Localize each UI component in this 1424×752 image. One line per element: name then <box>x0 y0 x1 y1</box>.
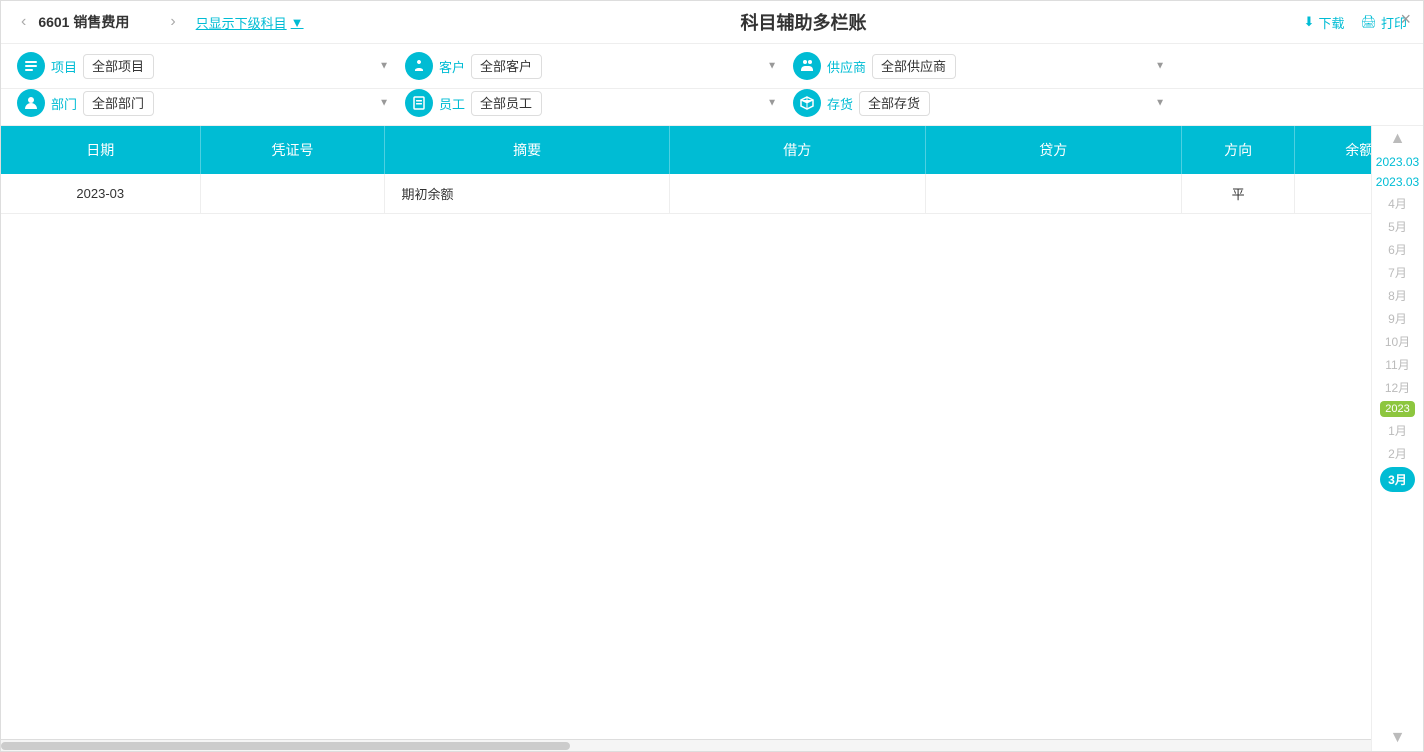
table-header-row: 日期 凭证号 摘要 借方 贷方 方向 余额 <box>1 126 1423 174</box>
timeline-item-8[interactable]: 10月 <box>1376 330 1419 353</box>
close-button[interactable]: × <box>1400 9 1411 30</box>
ledger-table: 日期 凭证号 摘要 借方 贷方 方向 余额 2023-03 期初余额 平 <box>1 126 1423 214</box>
project-select[interactable]: 全部项目 <box>83 54 154 79</box>
col-credit: 贷方 <box>925 126 1181 174</box>
employee-select[interactable]: 全部员工 <box>471 91 542 116</box>
department-filter-group: 部门 全部部门 <box>17 89 397 117</box>
main-window: ‹ 6601 销售费用 › 只显示下级科目 ▼ 科目辅助多栏账 ⬇ 下载 🖨 打… <box>0 0 1424 752</box>
project-label: 项目 <box>51 57 77 76</box>
timeline-item-3[interactable]: 5月 <box>1376 215 1419 238</box>
department-label: 部门 <box>51 94 77 113</box>
department-icon <box>17 89 45 117</box>
customer-filter-group: 客户 全部客户 <box>405 52 785 80</box>
timeline-item-10[interactable]: 12月 <box>1376 376 1419 399</box>
scrollbar-thumb[interactable] <box>1 742 570 750</box>
timeline-item-4[interactable]: 6月 <box>1376 238 1419 261</box>
timeline-item-1[interactable]: 2023.03 <box>1376 172 1419 192</box>
supplier-select[interactable]: 全部供应商 <box>872 54 956 79</box>
col-direction: 方向 <box>1181 126 1295 174</box>
table-wrapper: 日期 凭证号 摘要 借方 贷方 方向 余额 2023-03 期初余额 平 <box>1 126 1423 739</box>
inventory-icon <box>793 89 821 117</box>
cell-credit <box>925 174 1181 214</box>
filter-area: 项目 全部项目 客户 全部客户 <box>1 44 1423 89</box>
print-icon: 🖨 <box>1360 14 1377 30</box>
employee-label: 员工 <box>439 94 465 113</box>
project-filter-group: 项目 全部项目 <box>17 52 397 80</box>
inventory-label: 存货 <box>827 94 853 113</box>
inventory-select[interactable]: 全部存货 <box>859 91 930 116</box>
timeline-item-14[interactable]: 3月 <box>1380 467 1415 492</box>
supplier-filter-group: 供应商 全部供应商 <box>793 52 1173 80</box>
col-summary: 摘要 <box>385 126 669 174</box>
timeline-item-2[interactable]: 4月 <box>1376 192 1419 215</box>
col-voucher: 凭证号 <box>200 126 385 174</box>
timeline-item-0[interactable]: 2023.03 <box>1376 152 1419 172</box>
timeline-up-button[interactable]: ▲ <box>1372 126 1423 152</box>
customer-label: 客户 <box>439 57 465 76</box>
timeline-item-6[interactable]: 8月 <box>1376 284 1419 307</box>
download-button[interactable]: ⬇ 下载 <box>1304 13 1345 32</box>
cell-date: 2023-03 <box>1 174 200 214</box>
department-select[interactable]: 全部部门 <box>83 91 154 116</box>
timeline-up-icon: ▲ <box>1390 130 1406 148</box>
horizontal-scrollbar[interactable] <box>1 739 1423 751</box>
account-code-name: 6601 销售费用 <box>38 12 158 32</box>
page-title: 科目辅助多栏账 <box>312 9 1296 35</box>
timeline-down-button[interactable]: ▼ <box>1372 725 1423 751</box>
timeline-item-9[interactable]: 11月 <box>1376 353 1419 376</box>
customer-select[interactable]: 全部客户 <box>471 54 542 79</box>
timeline-down-icon: ▼ <box>1390 729 1406 747</box>
download-icon: ⬇ <box>1304 14 1315 30</box>
cell-direction: 平 <box>1181 174 1295 214</box>
inventory-filter-group: 存货 全部存货 <box>793 89 1173 117</box>
timeline-item-13[interactable]: 2月 <box>1376 442 1419 465</box>
employee-filter-group: 员工 全部员工 <box>405 89 785 117</box>
supplier-icon <box>793 52 821 80</box>
project-icon <box>17 52 45 80</box>
timeline-item-11[interactable]: 2023 <box>1380 401 1415 417</box>
cell-summary: 期初余额 <box>385 174 669 214</box>
timeline-item-7[interactable]: 9月 <box>1376 307 1419 330</box>
timeline-panel: ▲ 2023.032023.034月5月6月7月8月9月10月11月12月202… <box>1371 126 1423 751</box>
table-row: 2023-03 期初余额 平 <box>1 174 1423 214</box>
timeline-item-5[interactable]: 7月 <box>1376 261 1419 284</box>
employee-icon <box>405 89 433 117</box>
col-debit: 借方 <box>669 126 925 174</box>
filter-area-2: 部门 全部部门 员工 全部员工 <box>1 89 1423 126</box>
customer-icon <box>405 52 433 80</box>
toolbar-right: ⬇ 下载 🖨 打印 <box>1304 13 1407 32</box>
next-account-button[interactable]: › <box>166 11 179 33</box>
timeline-item-12[interactable]: 1月 <box>1376 419 1419 442</box>
cell-voucher <box>200 174 385 214</box>
title-bar: ‹ 6601 销售费用 › 只显示下级科目 ▼ 科目辅助多栏账 ⬇ 下载 🖨 打… <box>1 1 1423 44</box>
col-date: 日期 <box>1 126 200 174</box>
cell-debit <box>669 174 925 214</box>
prev-account-button[interactable]: ‹ <box>17 11 30 33</box>
show-sub-accounts-button[interactable]: 只显示下级科目 ▼ <box>196 13 304 32</box>
supplier-label: 供应商 <box>827 57 866 76</box>
